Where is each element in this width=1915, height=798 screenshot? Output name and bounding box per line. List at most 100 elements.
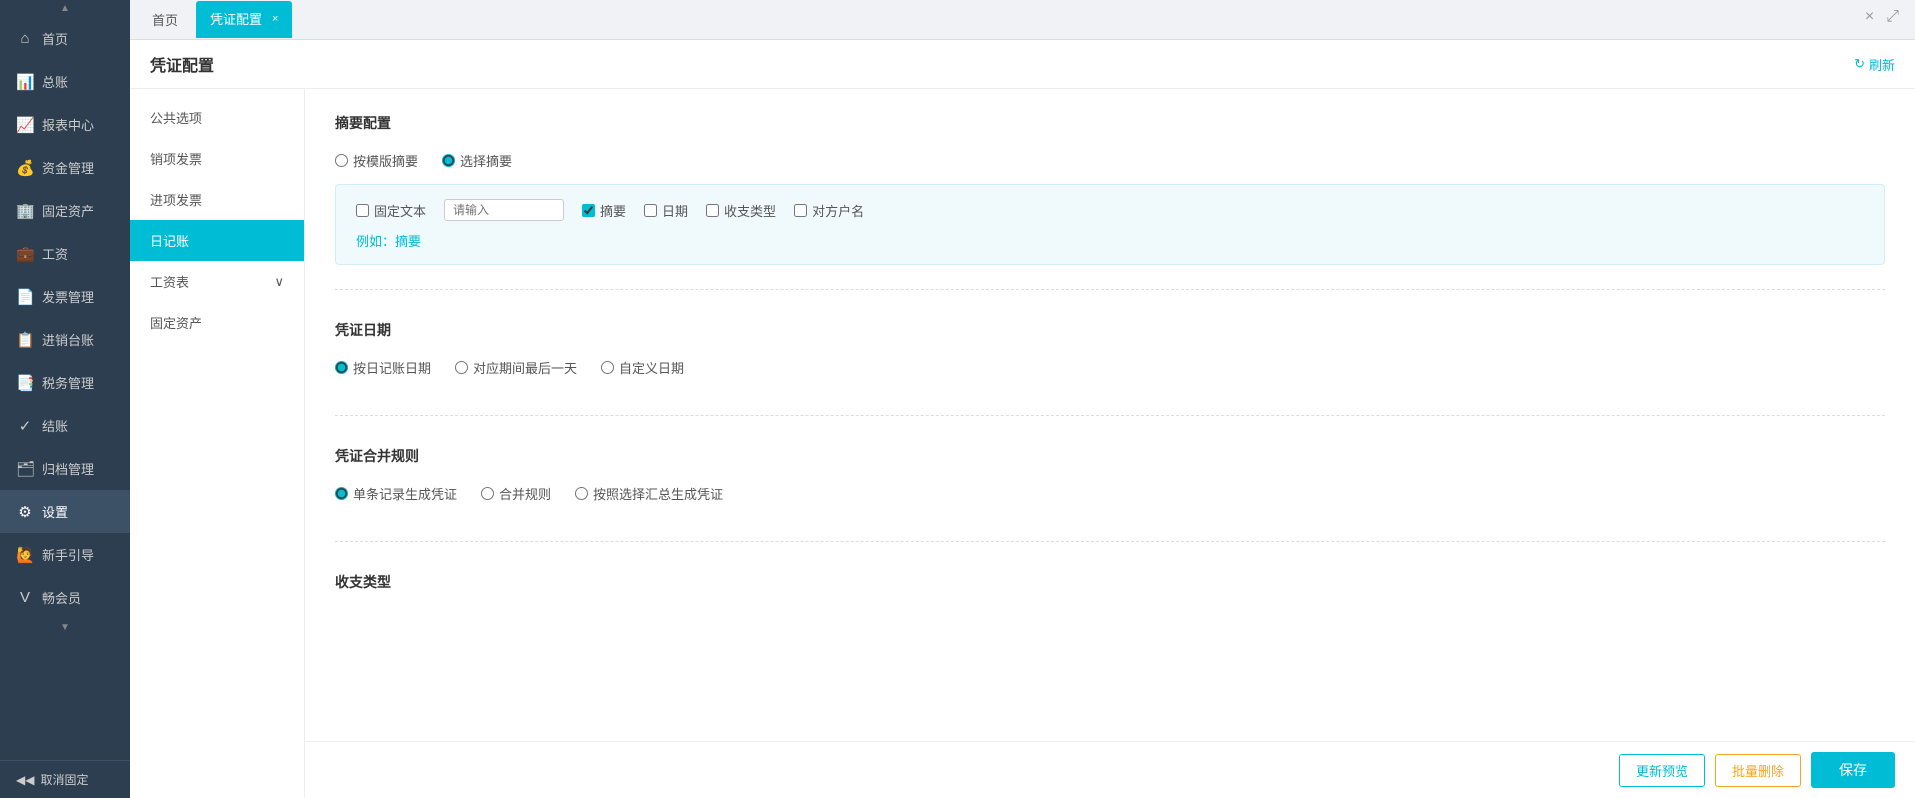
tab-label: 凭证配置	[210, 9, 262, 28]
resize-window-button[interactable]: ⤢	[1886, 8, 1899, 26]
window-controls: × ⤢	[1865, 8, 1899, 26]
left-nav-purchase-invoice[interactable]: 进项发票	[130, 179, 304, 220]
left-nav-sales-invoice[interactable]: 销项发票	[130, 138, 304, 179]
single-record-radio[interactable]	[335, 487, 348, 500]
refresh-label: 刷新	[1869, 55, 1895, 74]
checkbox-income-expense-type[interactable]: 收支类型	[706, 201, 776, 220]
sidebar-item-member[interactable]: V 畅会员	[0, 576, 130, 619]
checkbox-fixed-text[interactable]: 固定文本	[356, 201, 426, 220]
left-nav-payroll-table[interactable]: 工资表 ∨	[130, 261, 304, 302]
summary-config-title: 摘要配置	[335, 113, 1885, 133]
summary-checkbox[interactable]	[582, 204, 595, 217]
guide-icon: 🙋	[16, 546, 34, 564]
radio-by-journal-date[interactable]: 按日记账日期	[335, 358, 431, 377]
select-aggregate-radio[interactable]	[575, 487, 588, 500]
sidebar-item-settlement[interactable]: ✓ 结账	[0, 404, 130, 447]
radio-template-summary[interactable]: 按模版摘要	[335, 151, 418, 170]
refresh-button[interactable]: ↻ 刷新	[1854, 55, 1895, 74]
chart-icon: 📊	[16, 73, 34, 91]
date-checkbox[interactable]	[644, 204, 657, 217]
left-nav-public-options[interactable]: 公共选项	[130, 97, 304, 138]
voucher-date-section: 凭证日期 按日记账日期 对应期间最后一天 自定义日期	[335, 320, 1885, 416]
sidebar-item-label: 工资	[42, 244, 68, 263]
batch-delete-button[interactable]: 批量删除	[1715, 754, 1801, 787]
sidebar-item-fund-management[interactable]: 💰 资金管理	[0, 146, 130, 189]
nav-item-label: 进项发票	[150, 190, 202, 209]
sidebar-item-label: 发票管理	[42, 287, 94, 306]
sidebar-item-fixed-assets[interactable]: 🏢 固定资产	[0, 189, 130, 232]
last-day-radio[interactable]	[455, 361, 468, 374]
check-icon: ✓	[16, 417, 34, 435]
page-header: 凭证配置 ↻ 刷新	[130, 40, 1915, 89]
tab-home[interactable]: 首页	[138, 2, 192, 37]
sidebar-item-purchase-sales[interactable]: 📋 进销台账	[0, 318, 130, 361]
radio-label-text: 选择摘要	[460, 151, 512, 170]
voucher-merge-section: 凭证合并规则 单条记录生成凭证 合并规则 按照选择汇总生成凭证	[335, 446, 1885, 542]
report-icon: 📈	[16, 116, 34, 134]
sidebar-item-tax-management[interactable]: 📑 税务管理	[0, 361, 130, 404]
radio-select-summary[interactable]: 选择摘要	[442, 151, 512, 170]
left-nav-journal[interactable]: 日记账	[130, 220, 304, 261]
sidebar-item-payroll[interactable]: 💼 工资	[0, 232, 130, 275]
voucher-date-radio-group: 按日记账日期 对应期间最后一天 自定义日期	[335, 358, 1885, 377]
checkbox-date[interactable]: 日期	[644, 201, 688, 220]
summary-options-box: 固定文本 摘要 日期	[335, 184, 1885, 265]
counterpart-name-checkbox[interactable]	[794, 204, 807, 217]
sidebar-item-label: 新手引导	[42, 545, 94, 564]
left-nav-fixed-assets[interactable]: 固定资产	[130, 302, 304, 343]
example-text: 例如：摘要	[356, 231, 1864, 250]
radio-single-record[interactable]: 单条记录生成凭证	[335, 484, 457, 503]
radio-label-text: 单条记录生成凭证	[353, 484, 457, 503]
sidebar-item-home[interactable]: ⌂ 首页	[0, 17, 130, 60]
select-summary-radio[interactable]	[442, 154, 455, 167]
ledger-icon: 📋	[16, 331, 34, 349]
sidebar-scroll-down[interactable]: ▼	[0, 619, 130, 636]
tab-close-icon[interactable]: ×	[272, 13, 278, 25]
sidebar-item-archive-management[interactable]: 🗂 归档管理	[0, 447, 130, 490]
nav-item-label: 公共选项	[150, 108, 202, 127]
checkbox-label-text: 摘要	[600, 201, 626, 220]
income-expense-checkbox[interactable]	[706, 204, 719, 217]
close-window-button[interactable]: ×	[1865, 8, 1874, 26]
voucher-merge-radio-group: 单条记录生成凭证 合并规则 按照选择汇总生成凭证	[335, 484, 1885, 503]
summary-config-section: 摘要配置 按模版摘要 选择摘要	[335, 113, 1885, 290]
sidebar-item-label: 总账	[42, 72, 68, 91]
invoice-icon: 📄	[16, 288, 34, 306]
sidebar-item-label: 结账	[42, 416, 68, 435]
tab-voucher-config[interactable]: 凭证配置 ×	[196, 1, 292, 38]
sidebar-item-report-center[interactable]: 📈 报表中心	[0, 103, 130, 146]
payroll-icon: 💼	[16, 245, 34, 263]
gear-icon: ⚙	[16, 503, 34, 521]
checkbox-counterpart-name[interactable]: 对方户名	[794, 201, 864, 220]
content-area: 公共选项 销项发票 进项发票 日记账 工资表 ∨ 固定资产	[130, 89, 1915, 798]
fixed-text-checkbox[interactable]	[356, 204, 369, 217]
radio-last-day-of-period[interactable]: 对应期间最后一天	[455, 358, 577, 377]
radio-merge-rule[interactable]: 合并规则	[481, 484, 551, 503]
fixed-text-input[interactable]	[444, 199, 564, 221]
left-nav: 公共选项 销项发票 进项发票 日记账 工资表 ∨ 固定资产	[130, 89, 305, 798]
checkbox-summary[interactable]: 摘要	[582, 201, 626, 220]
building-icon: 🏢	[16, 202, 34, 220]
radio-label-text: 按日记账日期	[353, 358, 431, 377]
save-button[interactable]: 保存	[1811, 752, 1895, 788]
chevron-down-icon: ∨	[274, 274, 284, 290]
radio-label-text: 合并规则	[499, 484, 551, 503]
by-journal-date-radio[interactable]	[335, 361, 348, 374]
unpin-button[interactable]: ◀◀ 取消固定	[0, 761, 130, 798]
merge-rule-radio[interactable]	[481, 487, 494, 500]
sidebar-item-new-guide[interactable]: 🙋 新手引导	[0, 533, 130, 576]
checkbox-label-text: 对方户名	[812, 201, 864, 220]
unpin-label: 取消固定	[40, 771, 88, 788]
custom-date-radio[interactable]	[601, 361, 614, 374]
tax-icon: 📑	[16, 374, 34, 392]
sidebar-item-label: 资金管理	[42, 158, 94, 177]
update-preview-button[interactable]: 更新预览	[1619, 754, 1705, 787]
radio-select-aggregate[interactable]: 按照选择汇总生成凭证	[575, 484, 723, 503]
sidebar-item-general-ledger[interactable]: 📊 总账	[0, 60, 130, 103]
sidebar-item-label: 归档管理	[42, 459, 94, 478]
template-summary-radio[interactable]	[335, 154, 348, 167]
sidebar-item-settings[interactable]: ⚙ 设置	[0, 490, 130, 533]
radio-custom-date[interactable]: 自定义日期	[601, 358, 684, 377]
sidebar-item-invoice-management[interactable]: 📄 发票管理	[0, 275, 130, 318]
sidebar-scroll-up[interactable]: ▲	[0, 0, 130, 17]
